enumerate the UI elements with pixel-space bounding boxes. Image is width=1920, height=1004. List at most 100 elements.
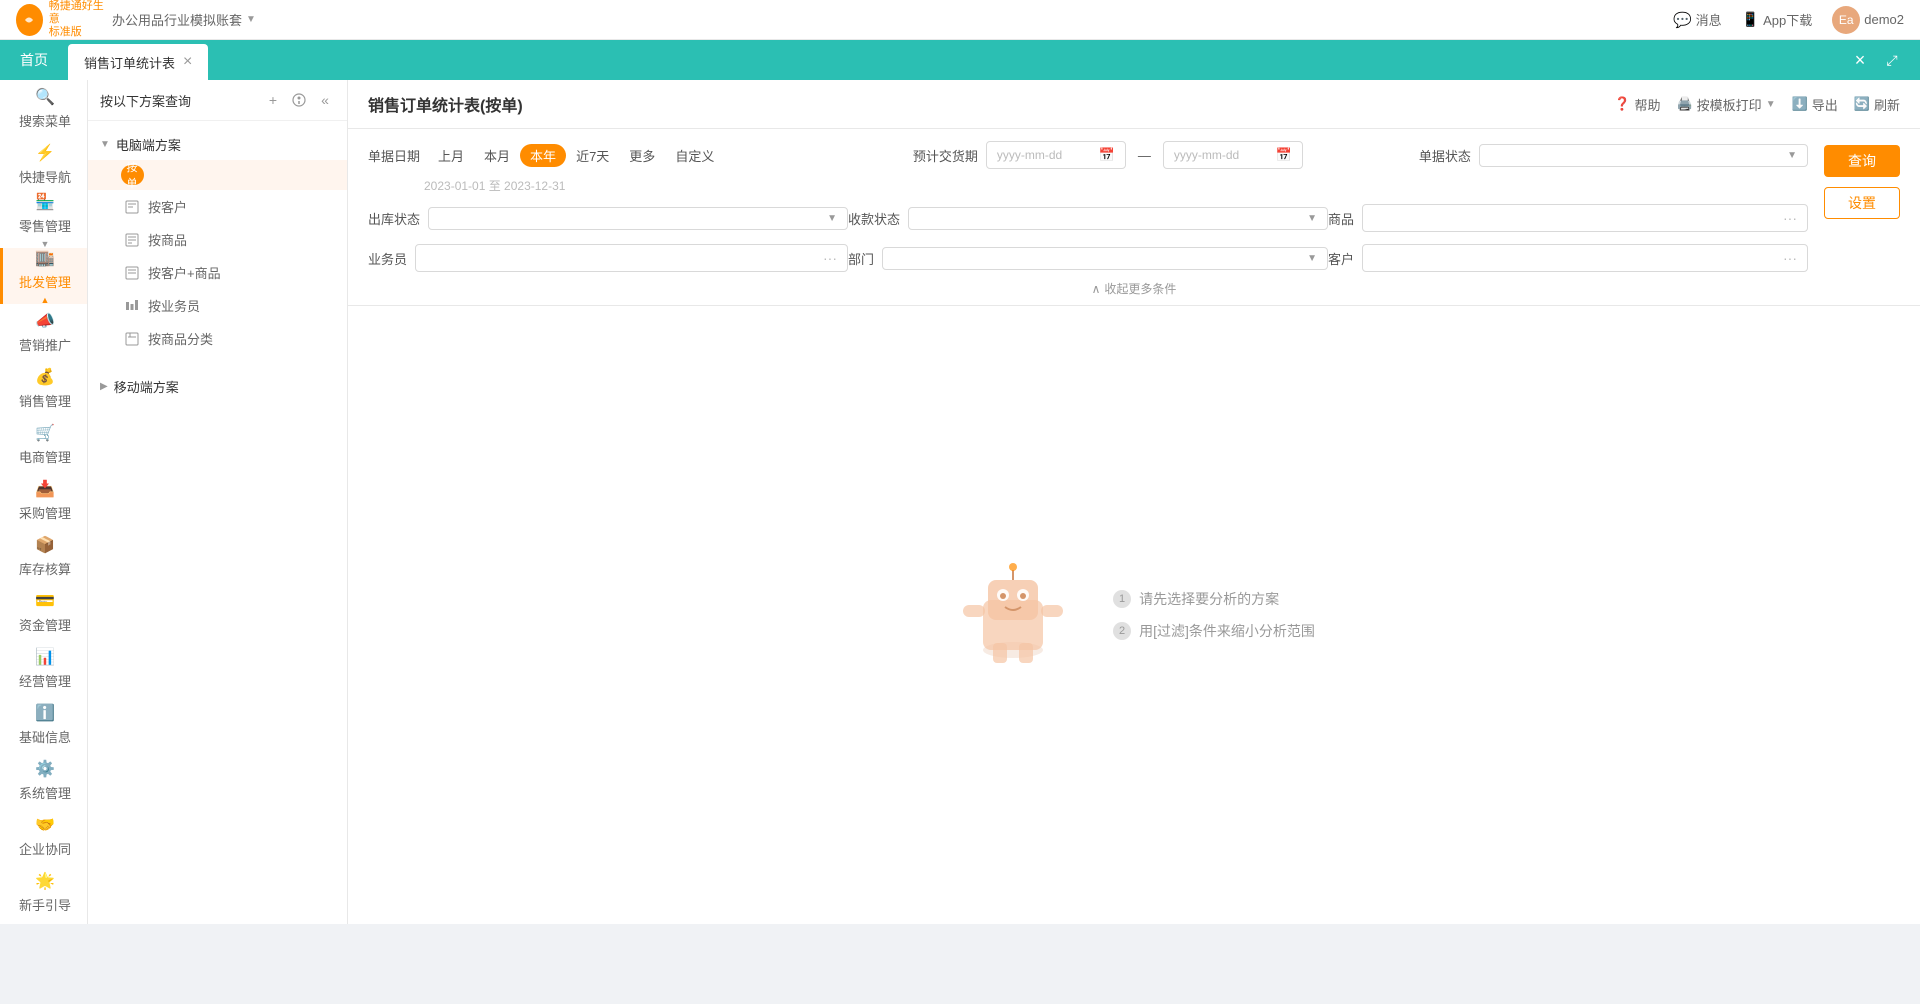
payment-status-select[interactable]: ▼	[908, 207, 1328, 230]
department-select[interactable]: ▼	[882, 247, 1328, 270]
tab-close-icon[interactable]: ×	[183, 53, 192, 71]
add-scheme-btn[interactable]: +	[263, 90, 283, 110]
sidebar-item-appstore[interactable]: 📱 应用中心	[0, 920, 87, 924]
scheme-item-by-customer[interactable]: 按客户	[88, 190, 347, 223]
settings-button[interactable]: 设置	[1824, 187, 1900, 219]
avatar: Ea	[1832, 6, 1860, 34]
shortcut-this-month[interactable]: 本月	[474, 144, 520, 167]
edit-scheme-btn[interactable]	[289, 90, 309, 110]
print-icon: 🖨️	[1676, 96, 1692, 112]
department-cell: 部门 ▼	[848, 247, 1328, 270]
page-title: 销售订单统计表(按单)	[368, 92, 523, 116]
shortcut-7days[interactable]: 近7天	[566, 144, 619, 167]
customer-input[interactable]: ···	[1362, 244, 1808, 272]
scheme-item-by-goods[interactable]: 按商品	[88, 223, 347, 256]
calendar-to-icon: 📅	[1276, 147, 1292, 163]
payment-status-cell: 收款状态 ▼	[848, 207, 1328, 230]
sidebar-item-shortcut[interactable]: ⚡ 快捷导航	[0, 136, 87, 192]
filter-row-3: 业务员 ··· 部门 ▼	[368, 244, 1808, 272]
customer-more-icon: ···	[1783, 250, 1797, 266]
delivery-status-label: 出库状态	[368, 209, 420, 228]
sidebar-item-wholesale[interactable]: 🏬 批发管理 ▲	[0, 248, 87, 304]
user-area[interactable]: Ea demo2	[1832, 6, 1904, 34]
tab-home[interactable]: 首页	[0, 40, 68, 80]
message-icon: 💬	[1673, 11, 1692, 29]
payment-arrow-icon: ▼	[1307, 213, 1317, 224]
sidebar-item-ecommerce[interactable]: 🛒 电商管理	[0, 416, 87, 472]
sidebar-item-marketing[interactable]: 📣 营销推广	[0, 304, 87, 360]
newbie-icon: 🌟	[35, 871, 55, 891]
collapse-bar[interactable]: ∧ 收起更多条件	[348, 272, 1920, 305]
sidebar-item-sales[interactable]: 💰 销售管理	[0, 360, 87, 416]
tip-num-2: 2	[1113, 622, 1131, 640]
date-filter-cell: 单据日期 上月 本月 本年 近7天 更多 自定义	[368, 144, 913, 167]
print-btn[interactable]: 🖨️ 按模板打印 ▼	[1676, 95, 1775, 114]
sidebar-item-basic[interactable]: ℹ️ 基础信息	[0, 696, 87, 752]
query-button[interactable]: 查询	[1824, 145, 1900, 177]
window-close-btn[interactable]: ×	[1848, 48, 1872, 72]
sidebar-item-operation[interactable]: 📊 经营管理	[0, 640, 87, 696]
mobile-scheme-section: ▶ 移动端方案	[88, 363, 347, 410]
sidebar-item-search[interactable]: 🔍 搜索菜单	[0, 80, 87, 136]
goods-input[interactable]: ···	[1362, 204, 1808, 232]
expected-date-from[interactable]: yyyy-mm-dd 📅	[986, 141, 1126, 169]
help-btn[interactable]: ❓ 帮助	[1614, 95, 1660, 114]
tabbar-right: × ⤢	[1848, 40, 1920, 80]
left-panel-actions: + «	[263, 90, 335, 110]
goods-label: 商品	[1328, 209, 1354, 228]
date-filter-label: 单据日期	[368, 146, 420, 165]
tab-sales-order[interactable]: 销售订单统计表 ×	[68, 44, 208, 80]
empty-tip-1: 1 请先选择要分析的方案	[1113, 589, 1315, 609]
scheme-item-by-salesperson[interactable]: 按业务员	[88, 289, 347, 322]
shortcut-more[interactable]: 更多	[619, 144, 665, 167]
scheme-icon-customer-goods	[124, 265, 140, 281]
salesperson-cell: 业务员 ···	[368, 244, 848, 272]
collapse-panel-btn[interactable]: «	[315, 90, 335, 110]
shortcut-custom[interactable]: 自定义	[665, 144, 724, 167]
scheme-item-by-category[interactable]: 按商品分类	[88, 322, 347, 355]
empty-tip-2: 2 用[过滤]条件来缩小分析范围	[1113, 621, 1315, 641]
marketing-icon: 📣	[35, 311, 55, 331]
shortcut-this-year[interactable]: 本年	[520, 144, 566, 167]
sidebar-item-inventory[interactable]: 📦 库存核算	[0, 528, 87, 584]
sidebar-item-enterprise[interactable]: 🤝 企业协同	[0, 808, 87, 864]
shortcut-last-month[interactable]: 上月	[428, 144, 474, 167]
filter-row-1: 单据日期 上月 本月 本年 近7天 更多 自定义	[368, 141, 1808, 181]
doc-status-label: 单据状态	[1419, 146, 1471, 165]
date-hint-row: 2023-01-01 至 2023-12-31	[368, 177, 1808, 204]
window-maximize-btn[interactable]: ⤢	[1880, 48, 1904, 72]
expected-date-to[interactable]: yyyy-mm-dd 📅	[1163, 141, 1303, 169]
mobile-scheme-header[interactable]: ▶ 移动端方案	[88, 371, 347, 402]
scheme-item-by-customer-goods[interactable]: 按客户+商品	[88, 256, 347, 289]
pc-scheme-header[interactable]: ▼ 电脑端方案	[88, 129, 347, 160]
help-icon: ❓	[1614, 96, 1630, 112]
delivery-status-select[interactable]: ▼	[428, 207, 848, 230]
main-layout: 🔍 搜索菜单 ⚡ 快捷导航 🏪 零售管理 ▼ 🏬 批发管理 ▲	[0, 80, 1920, 924]
filter-controls: 单据日期 上月 本月 本年 近7天 更多 自定义	[368, 141, 1808, 272]
sidebar-item-purchase[interactable]: 📥 采购管理	[0, 472, 87, 528]
collapse-btn[interactable]: ∧ 收起更多条件	[1092, 280, 1177, 297]
export-btn[interactable]: ⬇️ 导出	[1792, 95, 1838, 114]
tabbar: 首页 销售订单统计表 × × ⤢	[0, 40, 1920, 80]
app-title[interactable]: 办公用品行业模拟账套 ▼	[112, 10, 256, 29]
sidebar-item-finance[interactable]: 💳 资金管理	[0, 584, 87, 640]
scheme-item-by-order[interactable]: 按单	[88, 160, 347, 190]
app-download-btn[interactable]: 📱 App下载	[1742, 10, 1813, 29]
sidebar-item-retail[interactable]: 🏪 零售管理 ▼	[0, 192, 87, 248]
export-icon: ⬇️	[1792, 96, 1808, 112]
sidebar-item-system[interactable]: ⚙️ 系统管理	[0, 752, 87, 808]
main-content: 按以下方案查询 + « ▼ 电脑端方案 按单	[88, 80, 1920, 924]
sidebar-item-newbie[interactable]: 🌟 新手引导	[0, 864, 87, 920]
message-btn[interactable]: 💬 消息	[1673, 10, 1722, 29]
scheme-icon-customer	[124, 199, 140, 215]
doc-status-select[interactable]: ▼	[1479, 144, 1808, 167]
dropdown-icon[interactable]: ▼	[246, 14, 256, 25]
inventory-icon: 📦	[35, 535, 55, 555]
salesperson-label: 业务员	[368, 249, 407, 268]
left-panel: 按以下方案查询 + « ▼ 电脑端方案 按单	[88, 80, 348, 924]
filter-area: 单据日期 上月 本月 本年 近7天 更多 自定义	[348, 129, 1920, 306]
search-icon: 🔍	[35, 87, 55, 107]
enterprise-icon: 🤝	[35, 815, 55, 835]
salesperson-input[interactable]: ···	[415, 244, 848, 272]
refresh-btn[interactable]: 🔄 刷新	[1854, 95, 1900, 114]
